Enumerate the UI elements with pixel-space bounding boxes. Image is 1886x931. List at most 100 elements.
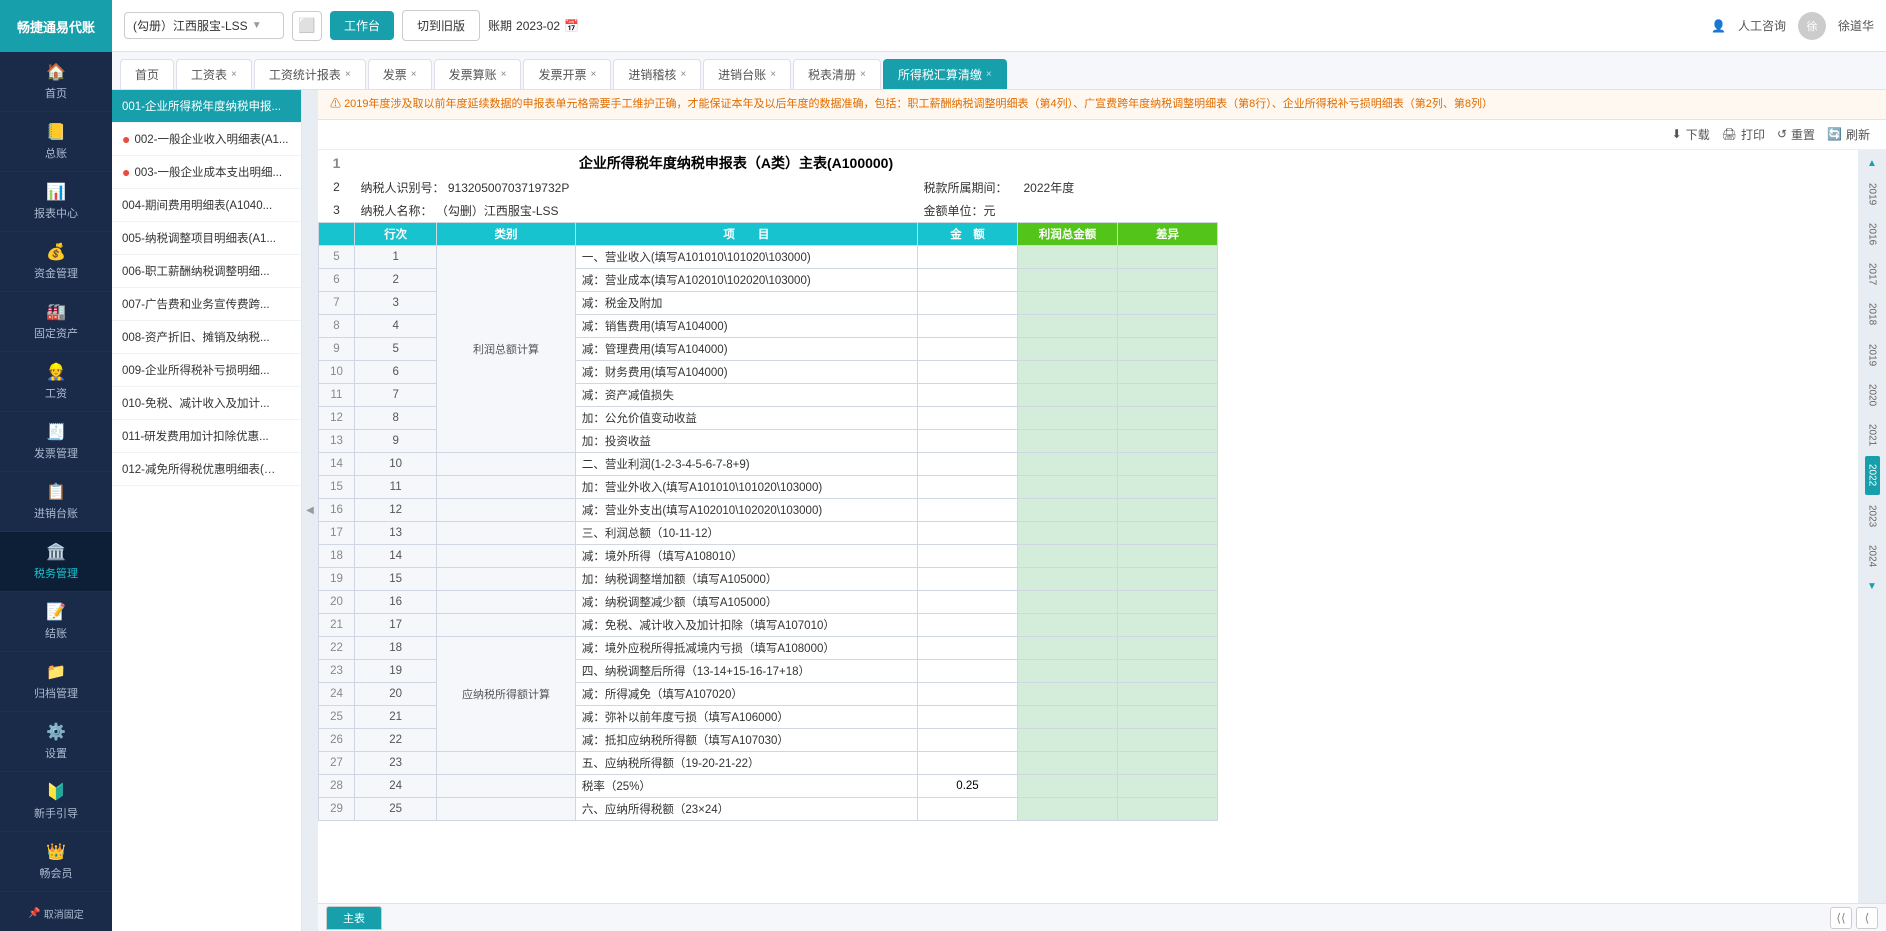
lr-cell[interactable] [1018,475,1118,498]
tab-payroll-stats[interactable]: 工资统计报表 × [254,59,366,89]
qe-cell[interactable] [918,590,1018,613]
sidebar-item-tax[interactable]: 🏛️ 税务管理 [0,532,112,592]
qe-cell[interactable] [918,659,1018,682]
cy-cell[interactable] [1118,728,1218,751]
lr-cell[interactable] [1018,774,1118,797]
tab-income-tax[interactable]: 所得税汇算清缴 × [883,59,1007,89]
xm-cell[interactable]: 四、纳税调整后所得（13-14+15-16-17+18） [575,659,917,682]
lr-cell[interactable] [1018,659,1118,682]
tab-home[interactable]: 首页 [120,59,174,89]
lr-cell[interactable] [1018,751,1118,774]
qe-cell[interactable] [918,797,1018,820]
lr-cell[interactable] [1018,521,1118,544]
hang-cell[interactable]: 5 [355,337,437,360]
qe-cell[interactable] [918,567,1018,590]
cy-cell[interactable] [1118,245,1218,268]
qe-cell[interactable] [918,383,1018,406]
left-panel-item-006[interactable]: 006-职工薪酬纳税调整明细... [112,255,301,288]
tab-purchase-ledger[interactable]: 进销台账 × [703,59,791,89]
xm-cell[interactable]: 减：境外所得（填写A108010） [575,544,917,567]
download-button[interactable]: ⬇ 下载 [1672,126,1710,143]
year-nav-item-2019a[interactable]: 2019 [1865,175,1880,213]
cy-cell[interactable] [1118,475,1218,498]
left-panel-item-001[interactable]: 001-企业所得税年度纳税申报... [112,90,301,123]
hang-cell[interactable]: 24 [355,774,437,797]
hang-cell[interactable]: 17 [355,613,437,636]
sidebar-item-member[interactable]: 👑 畅会员 [0,832,112,892]
sidebar-item-home[interactable]: 🏠 首页 [0,52,112,112]
hang-cell[interactable]: 3 [355,291,437,314]
close-icon[interactable]: × [986,69,992,80]
tab-invoice[interactable]: 发票 × [368,59,432,89]
year-nav-item-2017[interactable]: 2017 [1865,255,1880,293]
close-icon[interactable]: × [590,69,596,80]
qe-cell[interactable] [918,268,1018,291]
xm-cell[interactable]: 减：抵扣应纳税所得额（填写A107030） [575,728,917,751]
hang-cell[interactable]: 7 [355,383,437,406]
lr-cell[interactable] [1018,314,1118,337]
xm-cell[interactable]: 一、营业收入(填写A101010\101020\103000) [575,245,917,268]
xm-cell[interactable]: 减：管理费用(填写A104000) [575,337,917,360]
lr-cell[interactable] [1018,383,1118,406]
qe-cell[interactable] [918,245,1018,268]
lr-cell[interactable] [1018,682,1118,705]
tab-payroll[interactable]: 工资表 × [176,59,252,89]
hang-cell[interactable]: 13 [355,521,437,544]
lr-cell[interactable] [1018,544,1118,567]
qe-cell[interactable] [918,406,1018,429]
xm-cell[interactable]: 减：资产减值损失 [575,383,917,406]
close-icon[interactable]: × [411,69,417,80]
xm-cell[interactable]: 加：营业外收入(填写A101010\101020\103000) [575,475,917,498]
xm-cell[interactable]: 减：纳税调整减少额（填写A105000） [575,590,917,613]
qe-cell[interactable] [918,636,1018,659]
xm-cell[interactable]: 加：投资收益 [575,429,917,452]
hang-cell[interactable]: 1 [355,245,437,268]
xm-cell[interactable]: 减：所得减免（填写A107020） [575,682,917,705]
year-nav-item-2018[interactable]: 2018 [1865,295,1880,333]
year-nav-item-2021[interactable]: 2021 [1865,416,1880,454]
sidebar-item-guide[interactable]: 🔰 新手引导 [0,772,112,832]
hang-cell[interactable]: 9 [355,429,437,452]
hang-cell[interactable]: 10 [355,452,437,475]
cy-cell[interactable] [1118,774,1218,797]
year-nav-down-arrow[interactable]: ▼ [1863,577,1881,596]
qe-cell[interactable] [918,291,1018,314]
refresh-button[interactable]: 🔄 刷新 [1827,126,1870,143]
cy-cell[interactable] [1118,429,1218,452]
close-icon[interactable]: × [501,69,507,80]
sidebar-item-payroll[interactable]: 👷 工资 [0,352,112,412]
print-icon-btn[interactable]: ⬜ [292,11,322,41]
qe-cell[interactable] [918,314,1018,337]
hang-cell[interactable]: 6 [355,360,437,383]
lr-cell[interactable] [1018,613,1118,636]
year-nav-item-2020[interactable]: 2020 [1865,376,1880,414]
cy-cell[interactable] [1118,337,1218,360]
left-panel-item-003[interactable]: ● 003-一般企业成本支出明细... [112,156,301,189]
unpin-button[interactable]: 📌 取消固定 [28,906,83,921]
lr-cell[interactable] [1018,590,1118,613]
hang-cell[interactable]: 25 [355,797,437,820]
year-nav-item-2019b[interactable]: 2019 [1865,336,1880,374]
cy-cell[interactable] [1118,751,1218,774]
sidebar-item-assets[interactable]: 🏭 固定资产 [0,292,112,352]
tab-invoice-calc[interactable]: 发票算账 × [434,59,522,89]
sidebar-item-ledger[interactable]: 📒 总账 [0,112,112,172]
hang-cell[interactable]: 21 [355,705,437,728]
lr-cell[interactable] [1018,291,1118,314]
qe-cell[interactable] [918,475,1018,498]
cy-cell[interactable] [1118,383,1218,406]
cy-cell[interactable] [1118,636,1218,659]
lr-cell[interactable] [1018,705,1118,728]
left-panel-item-004[interactable]: 004-期间费用明细表(A1040... [112,189,301,222]
year-nav-up-arrow[interactable]: ▲ [1863,154,1881,173]
bottom-tab-main[interactable]: 主表 [326,906,382,930]
hang-cell[interactable]: 14 [355,544,437,567]
hang-cell[interactable]: 2 [355,268,437,291]
qe-cell[interactable] [918,682,1018,705]
qe-cell[interactable] [918,613,1018,636]
qe-cell[interactable] [918,521,1018,544]
qe-cell[interactable] [918,498,1018,521]
hang-cell[interactable]: 20 [355,682,437,705]
qe-cell[interactable] [918,337,1018,360]
left-panel-item-007[interactable]: 007-广告费和业务宣传费跨... [112,288,301,321]
